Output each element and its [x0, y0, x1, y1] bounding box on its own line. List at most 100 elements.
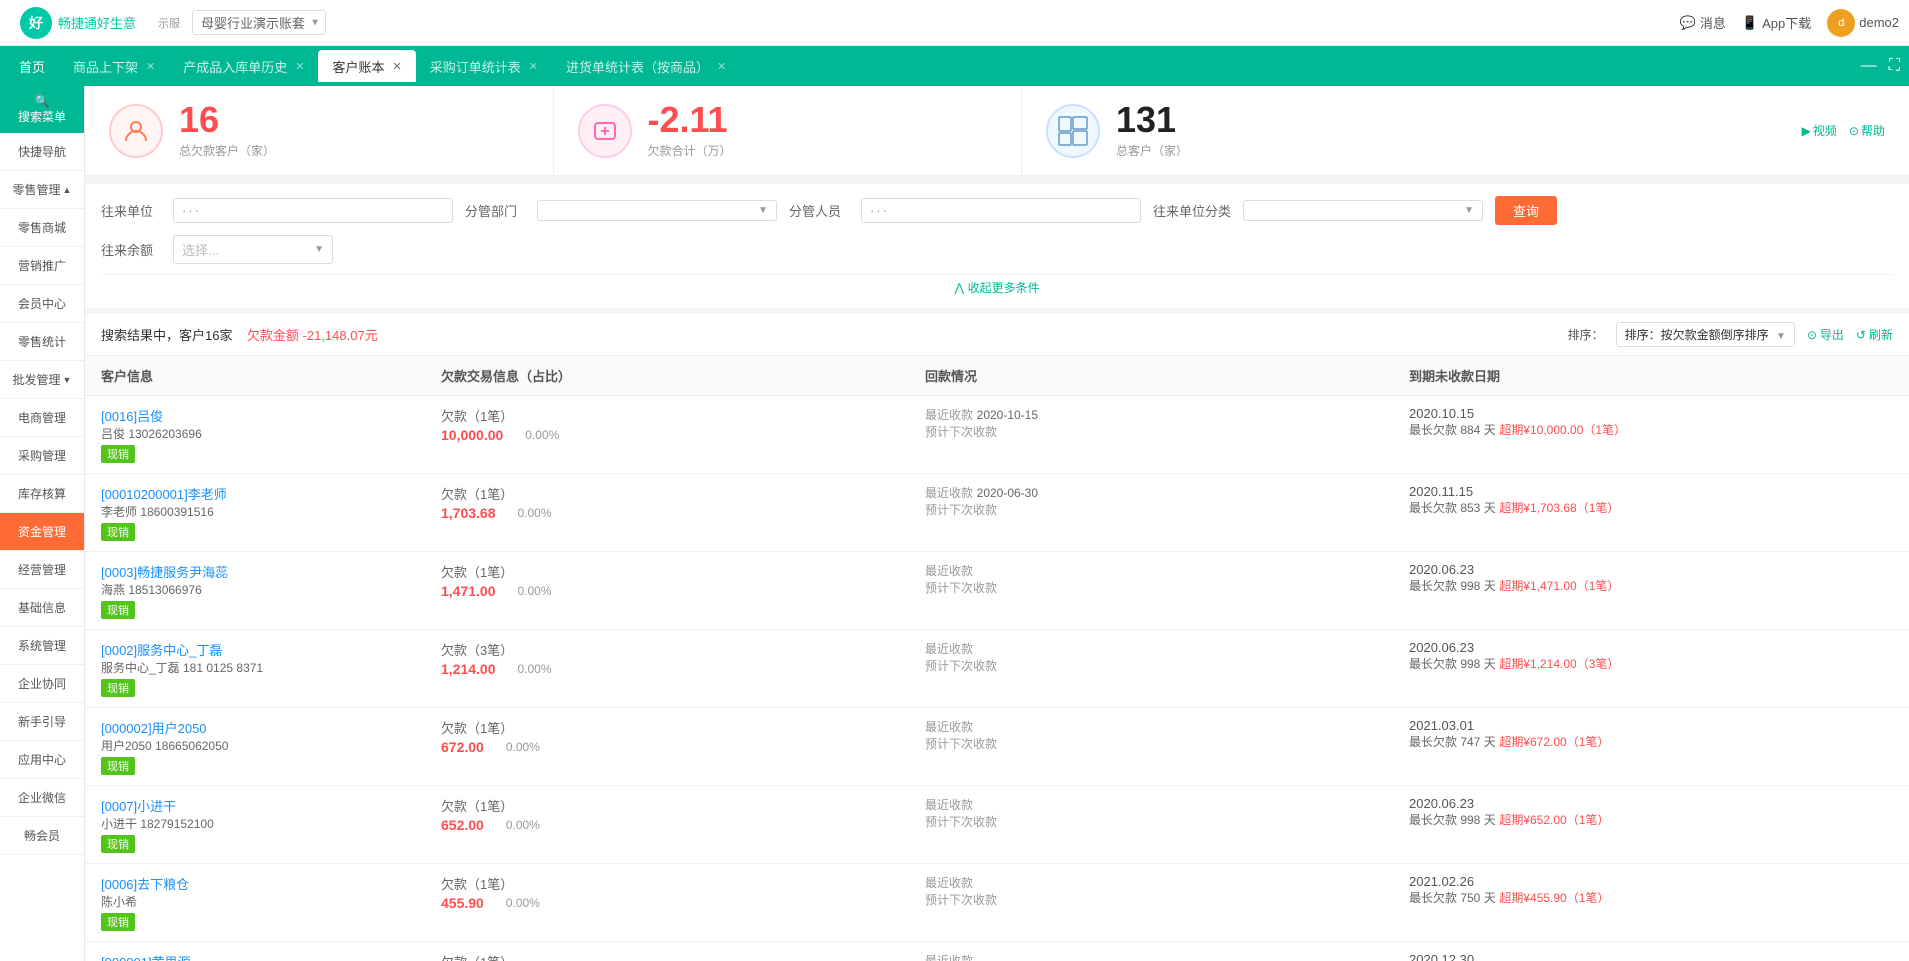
customer-cell: [00010200001]李老师 李老师 18600391516 现销 — [101, 484, 441, 541]
sidebar-item-ecommerce[interactable]: 电商管理 — [0, 399, 84, 437]
overdue-amount[interactable]: 超期¥1,214.00（3笔） — [1499, 657, 1619, 671]
overdue-amount[interactable]: 超期¥1,703.68（1笔） — [1499, 501, 1619, 515]
overdue-amount[interactable]: 超期¥1,471.00（1笔） — [1499, 579, 1619, 593]
filter-collapse-button[interactable]: ⋀ 收起更多条件 — [101, 274, 1893, 300]
tab-purchase2[interactable]: 进货单统计表（按商品） ✕ — [552, 50, 740, 82]
customer-name-link[interactable]: [00010200001]李老师 — [101, 484, 441, 503]
debt-amount[interactable]: 1,214.00 — [441, 661, 496, 677]
due-date: 2021.02.26 — [1409, 874, 1893, 889]
customer-badge: 现销 — [101, 679, 135, 697]
customer-name-link[interactable]: [0002]服务中心_丁磊 — [101, 640, 441, 659]
store-dropdown-arrow: ▼ — [310, 17, 320, 28]
nav-maximize-button[interactable]: ⛶ — [1885, 57, 1904, 75]
debt-count: 欠款（1笔） — [441, 952, 513, 961]
total-customers-number: 131 — [1116, 102, 1188, 138]
person-input[interactable]: ··· — [861, 198, 1141, 223]
close-production-tab[interactable]: ✕ — [295, 60, 304, 73]
sidebar-item-enterprise[interactable]: 企业协同 — [0, 665, 84, 703]
customer-name-link[interactable]: [0007]小进干 — [101, 796, 441, 815]
overdue-amount[interactable]: 超期¥10,000.00（1笔） — [1499, 423, 1626, 437]
sidebar-item-marketing[interactable]: 营销推广 — [0, 247, 84, 285]
sidebar-item-member[interactable]: 会员中心 — [0, 285, 84, 323]
close-purchase-tab[interactable]: ✕ — [529, 60, 538, 73]
sidebar-item-enterprise-wx[interactable]: 企业微信 — [0, 779, 84, 817]
nav-minimize-button[interactable]: — — [1857, 57, 1881, 75]
nav-tabs-bar: 首页 商品上下架 ✕ 产成品入库单历史 ✕ 客户账本 ✕ 采购订单统计表 ✕ 进… — [0, 46, 1909, 86]
search-button[interactable]: 查询 — [1495, 196, 1557, 225]
customer-phone: 海燕 18513066976 — [101, 581, 441, 598]
debt-count: 欠款（3笔） — [441, 640, 513, 659]
col-customer-info: 客户信息 — [101, 366, 441, 385]
overdue-days: 最长欠款 998 天 — [1409, 813, 1496, 827]
tab-customer[interactable]: 客户账本 ✕ — [318, 50, 415, 82]
dept-dropdown-arrow: ▼ — [758, 205, 768, 216]
debt-amount[interactable]: 10,000.00 — [441, 427, 503, 443]
refresh-button[interactable]: ↺ 刷新 — [1856, 326, 1893, 343]
debt-count: 欠款（1笔） — [441, 406, 513, 425]
customer-name-link[interactable]: [0006]去下粮仓 — [101, 874, 441, 893]
user-menu[interactable]: d demo2 — [1827, 9, 1899, 37]
sidebar-item-purchase[interactable]: 采购管理 — [0, 437, 84, 475]
video-link[interactable]: ▶ 视频 — [1802, 122, 1837, 139]
sidebar-item-batch-mgmt[interactable]: 批发管理 ▼ — [0, 361, 84, 399]
help-link[interactable]: ⊙ 帮助 — [1849, 122, 1885, 139]
tab-purchase[interactable]: 采购订单统计表 ✕ — [416, 50, 552, 82]
overdue-amount[interactable]: 超期¥652.00（1笔） — [1499, 813, 1609, 827]
main-content: 16 总欠款客户（家） -2.11 欠款合计（万） — [85, 86, 1909, 961]
due-date: 2020.06.23 — [1409, 796, 1893, 811]
message-button[interactable]: 💬 消息 — [1680, 13, 1726, 32]
stat-top-right-links: ▶ 视频 ⊙ 帮助 — [1802, 122, 1885, 139]
due-date: 2021.03.01 — [1409, 718, 1893, 733]
debt-customers-icon — [109, 104, 163, 158]
sidebar-item-retail-stats[interactable]: 零售统计 — [0, 323, 84, 361]
due-date: 2020.11.15 — [1409, 484, 1893, 499]
tab-production[interactable]: 产成品入库单历史 ✕ — [169, 50, 318, 82]
payment-date: 2020-06-30 — [977, 486, 1038, 500]
overdue-days: 最长欠款 750 天 — [1409, 891, 1496, 905]
tab-products[interactable]: 商品上下架 ✕ — [59, 50, 169, 82]
overdue-amount[interactable]: 超期¥455.90（1笔） — [1499, 891, 1609, 905]
store-name-selector[interactable]: 母婴行业演示账套 ▼ — [192, 10, 326, 35]
customer-name-link[interactable]: [0003]畅捷服务尹海蕊 — [101, 562, 441, 581]
export-button[interactable]: ⊙ 导出 — [1807, 326, 1844, 343]
unit-category-input[interactable]: ▼ — [1243, 200, 1483, 221]
sidebar-search[interactable]: 🔍 搜索菜单 — [0, 86, 84, 133]
export-icon: ⊙ — [1807, 328, 1817, 342]
debt-amount[interactable]: 672.00 — [441, 739, 484, 755]
sidebar-item-operations[interactable]: 经营管理 — [0, 551, 84, 589]
debt-cell: 欠款（1笔） 1,471.00 0.00% — [441, 562, 925, 599]
debt-ratio: 0.00% — [518, 662, 552, 676]
sidebar-item-vip[interactable]: 畅会员 — [0, 817, 84, 855]
tab-home[interactable]: 首页 — [5, 50, 59, 82]
batch-expand-icon: ▼ — [63, 375, 72, 385]
customer-name-link[interactable]: [000002]用户2050 — [101, 718, 441, 737]
dept-input[interactable]: ▼ — [537, 200, 777, 221]
close-purchase2-tab[interactable]: ✕ — [717, 60, 726, 73]
debt-count: 欠款（1笔） — [441, 484, 513, 503]
app-download-button[interactable]: 📱 App下载 — [1742, 13, 1811, 32]
balance-input[interactable]: 选择... ▼ — [173, 235, 333, 264]
close-products-tab[interactable]: ✕ — [146, 60, 155, 73]
overdue-amount[interactable]: 超期¥672.00（1笔） — [1499, 735, 1609, 749]
sidebar-item-inventory[interactable]: 库存核算 — [0, 475, 84, 513]
debt-amount[interactable]: 652.00 — [441, 817, 484, 833]
sidebar-item-retail-mgmt[interactable]: 零售管理 ▲ — [0, 171, 84, 209]
close-customer-tab[interactable]: ✕ — [393, 60, 402, 73]
sidebar-item-basic[interactable]: 基础信息 — [0, 589, 84, 627]
debt-amount[interactable]: 1,703.68 — [441, 505, 496, 521]
sidebar-item-retail-mall[interactable]: 零售商城 — [0, 209, 84, 247]
customer-badge: 现销 — [101, 523, 135, 541]
customer-name-link[interactable]: [0016]吕俊 — [101, 406, 441, 425]
sort-selector[interactable]: 排序：按欠款金额倒序排序 ▼ — [1616, 322, 1795, 347]
sidebar-item-quick-nav[interactable]: 快捷导航 — [0, 133, 84, 171]
debt-amount[interactable]: 455.90 — [441, 895, 484, 911]
from-unit-input[interactable]: ··· — [173, 198, 453, 223]
sidebar-item-newbie[interactable]: 新手引导 — [0, 703, 84, 741]
customer-name-link[interactable]: [000001]黄思源 — [101, 952, 441, 961]
debt-amount[interactable]: 1,471.00 — [441, 583, 496, 599]
user-avatar: d — [1827, 9, 1855, 37]
sidebar-item-apps[interactable]: 应用中心 — [0, 741, 84, 779]
sidebar-item-finance[interactable]: 资金管理 — [0, 513, 84, 551]
sidebar-item-system[interactable]: 系统管理 — [0, 627, 84, 665]
payment-label: 最近收款 — [925, 720, 973, 734]
